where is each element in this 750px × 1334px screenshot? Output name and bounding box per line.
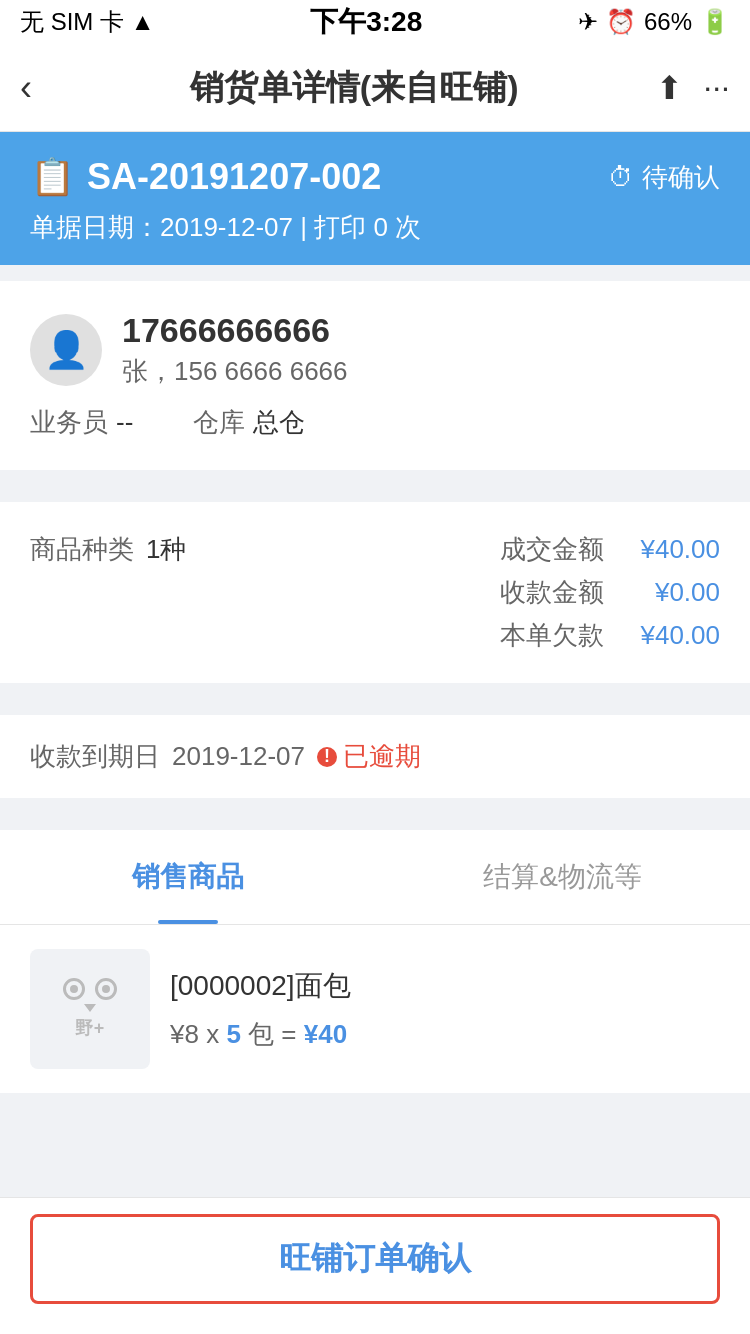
customer-sub: 张，156 6666 6666 [122, 354, 348, 389]
product-type-value: 1种 [146, 532, 186, 567]
avatar-icon: 👤 [44, 329, 89, 371]
price-value: ¥8 [170, 1019, 199, 1049]
overdue-icon: ! [317, 747, 337, 767]
order-status: ⏱ 待确认 [608, 160, 720, 195]
summary-section: 商品种类 1种 成交金额 ¥40.00 收款金额 ¥0.00 本单欠款 ¥40.… [0, 502, 750, 683]
total-value: ¥40 [304, 1019, 347, 1049]
owl-left-pupil [70, 985, 78, 993]
product-info: [0000002]面包 ¥8 x 5 包 = ¥40 [170, 967, 720, 1052]
due-date-value: 2019-12-07 [172, 741, 305, 772]
received-value: ¥0.00 [620, 577, 720, 608]
customer-info-row: 业务员 -- 仓库 总仓 [30, 405, 720, 440]
salesperson-label: 业务员 [30, 405, 108, 440]
product-thumbnail: 野+ [30, 949, 150, 1069]
no-sim-text: 无 SIM 卡 ▲ [20, 6, 154, 38]
share-button[interactable]: ⬆ [656, 69, 683, 107]
owl-eyes [63, 978, 117, 1000]
owl-logo: 野+ [63, 978, 117, 1040]
product-name: [0000002]面包 [170, 967, 720, 1005]
tab-products[interactable]: 销售商品 [0, 830, 375, 924]
warehouse-label: 仓库 [193, 405, 245, 440]
tabs-header: 销售商品 结算&物流等 [0, 830, 750, 925]
received-item: 收款金额 ¥0.00 [500, 575, 720, 610]
amount-item: 成交金额 ¥40.00 [500, 532, 720, 567]
order-id-row: 📋 SA-20191207-002 ⏱ 待确认 [30, 156, 720, 198]
summary-right: 成交金额 ¥40.00 收款金额 ¥0.00 本单欠款 ¥40.00 [500, 532, 720, 653]
owl-right-pupil [102, 985, 110, 993]
received-label: 收款金额 [500, 575, 604, 610]
qty-value: 5 [226, 1019, 240, 1049]
order-id: 📋 SA-20191207-002 [30, 156, 381, 198]
tabs-section: 销售商品 结算&物流等 野+ [0000002]面包 ¥8 [0, 830, 750, 1093]
customer-details: 17666666666 张，156 6666 6666 [122, 311, 348, 389]
status-text: 待确认 [642, 160, 720, 195]
customer-section: 👤 17666666666 张，156 6666 6666 业务员 -- 仓库 … [0, 281, 750, 470]
salesperson-value: -- [116, 407, 133, 438]
product-price: ¥8 x 5 包 = ¥40 [170, 1017, 720, 1052]
status-bar: 无 SIM 卡 ▲ 下午3:28 ✈ ⏰ 66% 🔋 [0, 0, 750, 44]
status-right: ✈ ⏰ 66% 🔋 [578, 8, 730, 36]
owl-left-eye [63, 978, 85, 1000]
warehouse-value: 总仓 [253, 405, 305, 440]
due-date-section: 收款到期日 2019-12-07 ! 已逾期 [0, 715, 750, 798]
bottom-bar: 旺铺订单确认 [0, 1197, 750, 1334]
amount-label: 成交金额 [500, 532, 604, 567]
battery-icon: 🔋 [700, 8, 730, 36]
nav-actions: ⬆ ··· [656, 69, 730, 107]
equals-sign: = [281, 1019, 303, 1049]
nav-bar: ‹ 销货单详情(来自旺铺) ⬆ ··· [0, 44, 750, 132]
amount-value: ¥40.00 [620, 534, 720, 565]
location-icon: ✈ [578, 8, 598, 36]
order-icon: 📋 [30, 156, 75, 198]
back-button[interactable]: ‹ [20, 57, 52, 119]
divider-3 [0, 798, 750, 814]
unit-value: 包 [248, 1019, 274, 1049]
status-left: 无 SIM 卡 ▲ [20, 6, 154, 38]
product-type-label: 商品种类 [30, 532, 134, 567]
order-id-text: SA-20191207-002 [87, 156, 381, 198]
confirm-button[interactable]: 旺铺订单确认 [30, 1214, 720, 1304]
overdue-text: 已逾期 [343, 739, 421, 774]
avatar: 👤 [30, 314, 102, 386]
owed-value: ¥40.00 [620, 620, 720, 651]
owed-item: 本单欠款 ¥40.00 [500, 618, 720, 653]
due-date-label: 收款到期日 [30, 739, 160, 774]
divider-1 [0, 470, 750, 486]
warehouse-item: 仓库 总仓 [193, 405, 305, 440]
owl-beak [84, 1004, 96, 1012]
owed-label: 本单欠款 [500, 618, 604, 653]
battery-text: 66% [644, 8, 692, 36]
more-button[interactable]: ··· [703, 69, 730, 106]
product-item: 野+ [0000002]面包 ¥8 x 5 包 = ¥40 [0, 925, 750, 1093]
owl-text: 野+ [75, 1016, 106, 1040]
customer-phone: 17666666666 [122, 311, 348, 350]
price-separator: x [206, 1019, 226, 1049]
overdue-badge: ! 已逾期 [317, 739, 421, 774]
summary-left: 商品种类 1种 [30, 532, 186, 567]
order-date: 单据日期：2019-12-07 | 打印 0 次 [30, 210, 720, 245]
summary-row: 商品种类 1种 成交金额 ¥40.00 收款金额 ¥0.00 本单欠款 ¥40.… [30, 532, 720, 653]
salesperson-item: 业务员 -- [30, 405, 133, 440]
clock-icon: ⏱ [608, 162, 634, 193]
divider-2 [0, 683, 750, 699]
order-header: 📋 SA-20191207-002 ⏱ 待确认 单据日期：2019-12-07 … [0, 132, 750, 265]
customer-row: 👤 17666666666 张，156 6666 6666 [30, 311, 720, 389]
tab-settlement[interactable]: 结算&物流等 [375, 830, 750, 924]
page-title: 销货单详情(来自旺铺) [52, 65, 656, 111]
owl-right-eye [95, 978, 117, 1000]
status-time: 下午3:28 [310, 3, 422, 41]
alarm-icon: ⏰ [606, 8, 636, 36]
